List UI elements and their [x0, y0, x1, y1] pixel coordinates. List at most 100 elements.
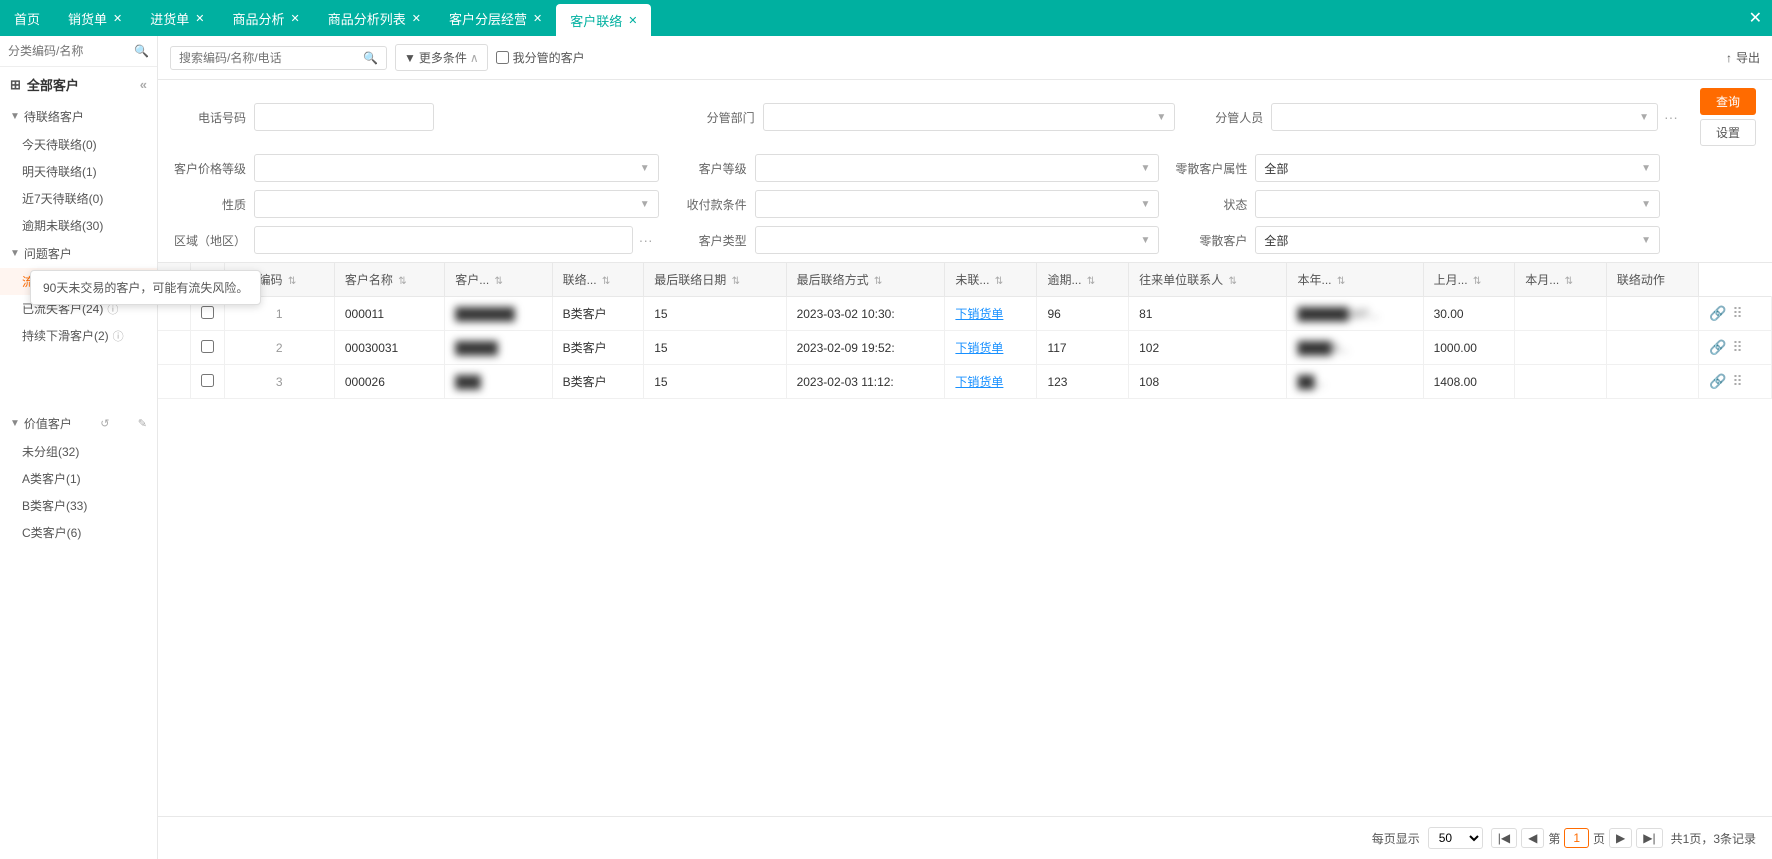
sidebar-item-today-label: 今天待联络(0) — [22, 136, 97, 153]
filter-select-region[interactable] — [254, 226, 633, 254]
search-input[interactable] — [179, 51, 359, 65]
sidebar-item-b-class-label: B类客户(33) — [22, 497, 87, 514]
action-link-icon-1[interactable]: 🔗 — [1709, 339, 1726, 356]
per-page-select[interactable]: 50 20 100 — [1428, 827, 1483, 849]
sort-month-icon[interactable]: ⇅ — [1565, 276, 1573, 287]
filter-field-status: 状态 ▼ — [1175, 190, 1660, 218]
sort-name-icon[interactable]: ⇅ — [398, 276, 406, 287]
row-lastmonth-0 — [1515, 297, 1607, 331]
export-button[interactable]: ↑ 导出 — [1726, 49, 1760, 66]
tab-sales[interactable]: 销货单 ✕ — [54, 0, 136, 36]
filter-label-person: 分管人员 — [1191, 109, 1271, 126]
row-checkbox-1[interactable] — [190, 331, 224, 365]
filter-field-region: 区域（地区） ··· — [174, 226, 659, 254]
more-conditions-button[interactable]: ▼ 更多条件 ∧ — [395, 44, 488, 71]
row-action-2: 🔗 ⠿ — [1698, 365, 1771, 399]
tab-home[interactable]: 首页 — [0, 0, 54, 36]
sidebar-item-b-class[interactable]: B类客户(33) — [0, 492, 157, 519]
tab-sales-close[interactable]: ✕ — [113, 12, 122, 25]
tab-customer-segment-close[interactable]: ✕ — [533, 12, 542, 25]
triangle-icon: ▼ — [10, 111, 20, 122]
row-person-1: ████3... — [1287, 331, 1423, 365]
action-more-icon-2[interactable]: ⠿ — [1732, 373, 1742, 390]
row-contact-type-2[interactable]: 下销货单 — [945, 365, 1037, 399]
tab-purchase-close[interactable]: ✕ — [195, 12, 204, 25]
sidebar-item-ungrouped[interactable]: 未分组(32) — [0, 438, 157, 465]
row-contact-type-1[interactable]: 下销货单 — [945, 331, 1037, 365]
filter-select-nature[interactable]: ▼ — [254, 190, 659, 218]
filter-input-phone[interactable] — [254, 103, 434, 131]
settings-button[interactable]: 设置 — [1700, 119, 1756, 146]
sidebar-item-7days[interactable]: 近7天待联络(0) — [0, 185, 157, 212]
action-more-icon-0[interactable]: ⠿ — [1732, 305, 1742, 322]
sort-year-icon[interactable]: ⇅ — [1337, 276, 1345, 287]
tab-analysis-close[interactable]: ✕ — [291, 12, 300, 25]
sort-nocontact-icon[interactable]: ⇅ — [995, 276, 1003, 287]
sidebar-item-today[interactable]: 今天待联络(0) — [0, 131, 157, 158]
sort-last-type-icon[interactable]: ⇅ — [874, 276, 882, 287]
sidebar-item-a-class[interactable]: A类客户(1) — [0, 465, 157, 492]
row-contact-type-0[interactable]: 下销货单 — [945, 297, 1037, 331]
filter-select-payment[interactable]: ▼ — [755, 190, 1160, 218]
refresh-icon[interactable]: ↺ — [100, 417, 109, 430]
row-checkbox-2[interactable] — [190, 365, 224, 399]
filter-select-status[interactable]: ▼ — [1255, 190, 1660, 218]
tab-customer-contact[interactable]: 客户联络 ✕ — [556, 4, 651, 36]
next-page-button[interactable]: ▶ — [1609, 828, 1632, 848]
filter-field-customer-level: 客户等级 ▼ — [675, 154, 1160, 182]
query-button[interactable]: 查询 — [1700, 88, 1756, 115]
my-customers-checkbox[interactable] — [496, 51, 509, 64]
action-link-icon-2[interactable]: 🔗 — [1709, 373, 1726, 390]
ellipsis-person[interactable]: ··· — [1658, 109, 1684, 125]
main-layout: 🔍 ⊞ 全部客户 « ▼ 待联络客户 今天待联络(0) 明天待联络(1) 近7天… — [0, 36, 1772, 859]
collapse-icon[interactable]: « — [140, 77, 147, 92]
filter-select-scatter[interactable]: 全部 ▼ — [1255, 226, 1660, 254]
sidebar-group-pending-title[interactable]: ▼ 待联络客户 — [0, 102, 157, 131]
filter-select-dept[interactable]: ▼ — [763, 103, 1176, 131]
sidebar-group-pending: ▼ 待联络客户 今天待联络(0) 明天待联络(1) 近7天待联络(0) 逾期未联… — [0, 102, 157, 239]
tab-analysis-list-close[interactable]: ✕ — [412, 12, 421, 25]
edit-icon[interactable]: ✎ — [138, 417, 147, 430]
row-no-contact-1: 117 — [1037, 331, 1129, 365]
filter-select-customer-type[interactable]: ▼ — [755, 226, 1160, 254]
row-thismonth-1 — [1606, 331, 1698, 365]
action-link-icon-0[interactable]: 🔗 — [1709, 305, 1726, 322]
sort-contact-icon[interactable]: ⇅ — [602, 276, 610, 287]
sidebar-item-c-class[interactable]: C类客户(6) — [0, 519, 157, 546]
filter-select-scatter-attr[interactable]: 全部 ▼ — [1255, 154, 1660, 182]
sort-type-icon[interactable]: ⇅ — [495, 276, 503, 287]
tab-customer-segment[interactable]: 客户分层经营 ✕ — [435, 0, 556, 36]
action-more-icon-1[interactable]: ⠿ — [1732, 339, 1742, 356]
sort-lastmonth-icon[interactable]: ⇅ — [1473, 276, 1481, 287]
sidebar-search-input[interactable] — [8, 44, 130, 58]
sidebar-item-overdue[interactable]: 逾期未联络(30) — [0, 212, 157, 239]
sidebar-item-c-class-label: C类客户(6) — [22, 524, 81, 541]
current-page: 1 — [1564, 828, 1589, 848]
sidebar-all-customers[interactable]: ⊞ 全部客户 « — [0, 67, 157, 102]
tab-customer-contact-close[interactable]: ✕ — [628, 14, 637, 27]
last-page-button[interactable]: ▶| — [1636, 828, 1662, 848]
sort-person-icon[interactable]: ⇅ — [1228, 276, 1236, 287]
filter-select-person[interactable]: ▼ — [1271, 103, 1658, 131]
filter-select-price-level[interactable]: ▼ — [254, 154, 659, 182]
filter-label-status: 状态 — [1175, 196, 1255, 213]
sidebar-item-declining[interactable]: 持续下滑客户(2) ⓘ — [0, 322, 157, 349]
sort-code-icon[interactable]: ⇅ — [288, 276, 296, 287]
search-button-icon[interactable]: 🔍 — [363, 51, 378, 65]
tab-customer-segment-label: 客户分层经营 — [449, 9, 527, 28]
sidebar-group-value-title[interactable]: ▼ 价值客户 ↺ ✎ — [0, 409, 157, 438]
prev-page-button[interactable]: ◀ — [1521, 828, 1544, 848]
filter-select-customer-level[interactable]: ▼ — [755, 154, 1160, 182]
tab-analysis[interactable]: 商品分析 ✕ — [218, 0, 313, 36]
sort-date-icon[interactable]: ⇅ — [732, 276, 740, 287]
tab-purchase[interactable]: 进货单 ✕ — [136, 0, 218, 36]
sidebar-item-tomorrow[interactable]: 明天待联络(1) — [0, 158, 157, 185]
ellipsis-region[interactable]: ··· — [633, 232, 659, 248]
sidebar-group-value: ▼ 价值客户 ↺ ✎ 未分组(32) A类客户(1) B类客户(33) C类客户… — [0, 409, 157, 546]
first-page-button[interactable]: |◀ — [1491, 828, 1517, 848]
row-lastmonth-2 — [1515, 365, 1607, 399]
sidebar-group-problem-title[interactable]: ▼ 问题客户 — [0, 239, 157, 268]
sort-overdue-icon[interactable]: ⇅ — [1087, 276, 1095, 287]
tab-bar-close[interactable]: ✕ — [1749, 8, 1772, 28]
tab-analysis-list[interactable]: 商品分析列表 ✕ — [314, 0, 435, 36]
